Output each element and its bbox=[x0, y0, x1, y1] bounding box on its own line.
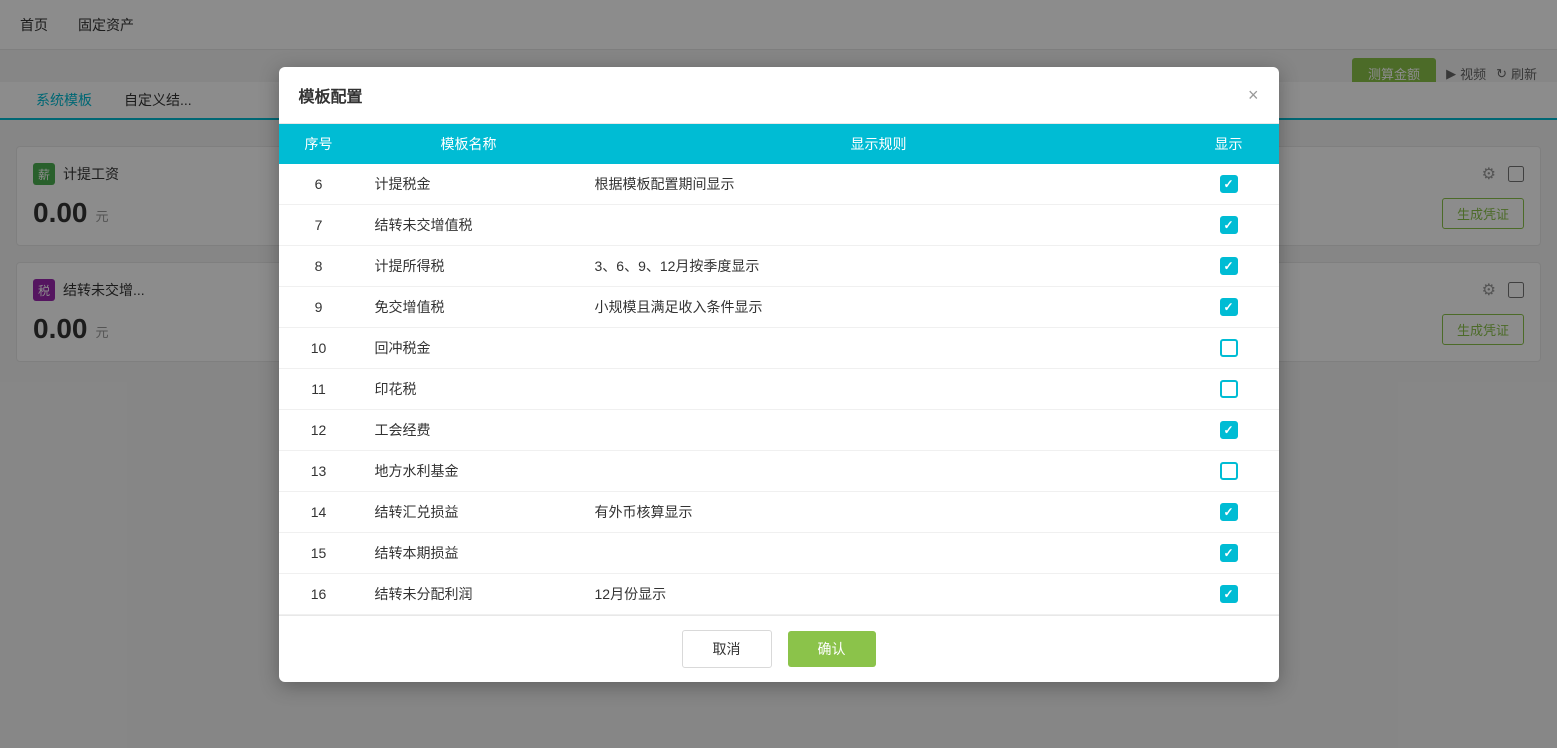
table-row: 9免交增值税小规模且满足收入条件显示 bbox=[279, 286, 1279, 327]
cell-name-2: 计提所得税 bbox=[359, 245, 579, 286]
checkbox-row-7[interactable] bbox=[1220, 462, 1238, 480]
modal-close-button[interactable]: × bbox=[1248, 86, 1259, 104]
checkbox-row-4[interactable] bbox=[1220, 339, 1238, 357]
cell-check-6[interactable] bbox=[1179, 409, 1279, 450]
cell-no-9: 15 bbox=[279, 532, 359, 573]
cell-name-10: 结转未分配利润 bbox=[359, 573, 579, 614]
cell-check-2[interactable] bbox=[1179, 245, 1279, 286]
cell-name-9: 结转本期损益 bbox=[359, 532, 579, 573]
cell-name-1: 结转未交增值税 bbox=[359, 204, 579, 245]
confirm-button[interactable]: 确认 bbox=[788, 631, 876, 667]
cell-no-0: 6 bbox=[279, 164, 359, 205]
cell-no-2: 8 bbox=[279, 245, 359, 286]
checkbox-row-2[interactable] bbox=[1220, 257, 1238, 275]
cancel-button[interactable]: 取消 bbox=[682, 630, 772, 668]
cell-check-10[interactable] bbox=[1179, 573, 1279, 614]
cell-check-8[interactable] bbox=[1179, 491, 1279, 532]
modal-footer: 取消 确认 bbox=[279, 615, 1279, 682]
checkbox-row-9[interactable] bbox=[1220, 544, 1238, 562]
modal-header: 模板配置 × bbox=[279, 67, 1279, 124]
cell-no-10: 16 bbox=[279, 573, 359, 614]
cell-name-4: 回冲税金 bbox=[359, 327, 579, 368]
cell-no-3: 9 bbox=[279, 286, 359, 327]
cell-rule-9 bbox=[579, 532, 1179, 573]
cell-rule-10: 12月份显示 bbox=[579, 573, 1179, 614]
cell-rule-5 bbox=[579, 368, 1179, 409]
checkbox-row-10[interactable] bbox=[1220, 585, 1238, 603]
table-row: 8计提所得税3、6、9、12月按季度显示 bbox=[279, 245, 1279, 286]
table-row: 14结转汇兑损益有外币核算显示 bbox=[279, 491, 1279, 532]
table-row: 16结转未分配利润12月份显示 bbox=[279, 573, 1279, 614]
modal-title: 模板配置 bbox=[299, 83, 363, 107]
checkbox-row-3[interactable] bbox=[1220, 298, 1238, 316]
cell-no-7: 13 bbox=[279, 450, 359, 491]
cell-rule-8: 有外币核算显示 bbox=[579, 491, 1179, 532]
cell-rule-1 bbox=[579, 204, 1179, 245]
table-header: 序号 模板名称 显示规则 显示 bbox=[279, 124, 1279, 164]
cell-check-9[interactable] bbox=[1179, 532, 1279, 573]
cell-rule-2: 3、6、9、12月按季度显示 bbox=[579, 245, 1179, 286]
table-row: 12工会经费 bbox=[279, 409, 1279, 450]
table-row: 7结转未交增值税 bbox=[279, 204, 1279, 245]
cell-rule-4 bbox=[579, 327, 1179, 368]
cell-no-4: 10 bbox=[279, 327, 359, 368]
table-row: 15结转本期损益 bbox=[279, 532, 1279, 573]
cell-check-1[interactable] bbox=[1179, 204, 1279, 245]
cell-name-7: 地方水利基金 bbox=[359, 450, 579, 491]
table-row: 13地方水利基金 bbox=[279, 450, 1279, 491]
cell-check-4[interactable] bbox=[1179, 327, 1279, 368]
cell-check-3[interactable] bbox=[1179, 286, 1279, 327]
config-table: 序号 模板名称 显示规则 显示 6计提税金根据模板配置期间显示7结转未交增值税8… bbox=[279, 124, 1279, 615]
checkbox-row-0[interactable] bbox=[1220, 175, 1238, 193]
cell-rule-3: 小规模且满足收入条件显示 bbox=[579, 286, 1179, 327]
cell-rule-0: 根据模板配置期间显示 bbox=[579, 164, 1179, 205]
cell-name-8: 结转汇兑损益 bbox=[359, 491, 579, 532]
checkbox-row-8[interactable] bbox=[1220, 503, 1238, 521]
cell-name-3: 免交增值税 bbox=[359, 286, 579, 327]
col-header-rule: 显示规则 bbox=[579, 124, 1179, 164]
cell-no-6: 12 bbox=[279, 409, 359, 450]
table-row: 11印花税 bbox=[279, 368, 1279, 409]
cell-check-7[interactable] bbox=[1179, 450, 1279, 491]
cell-no-5: 11 bbox=[279, 368, 359, 409]
modal-overlay: 模板配置 × 序号 模板名称 显示规则 显示 6计提税金根据模板配置期间显示7结… bbox=[0, 0, 1557, 748]
cell-rule-6 bbox=[579, 409, 1179, 450]
cell-rule-7 bbox=[579, 450, 1179, 491]
cell-name-5: 印花税 bbox=[359, 368, 579, 409]
col-header-no: 序号 bbox=[279, 124, 359, 164]
modal-template-config: 模板配置 × 序号 模板名称 显示规则 显示 6计提税金根据模板配置期间显示7结… bbox=[279, 67, 1279, 682]
table-body: 6计提税金根据模板配置期间显示7结转未交增值税8计提所得税3、6、9、12月按季… bbox=[279, 164, 1279, 615]
cell-check-5[interactable] bbox=[1179, 368, 1279, 409]
checkbox-row-6[interactable] bbox=[1220, 421, 1238, 439]
modal-body: 序号 模板名称 显示规则 显示 6计提税金根据模板配置期间显示7结转未交增值税8… bbox=[279, 124, 1279, 615]
cell-no-1: 7 bbox=[279, 204, 359, 245]
table-row: 6计提税金根据模板配置期间显示 bbox=[279, 164, 1279, 205]
cell-no-8: 14 bbox=[279, 491, 359, 532]
col-header-name: 模板名称 bbox=[359, 124, 579, 164]
checkbox-row-5[interactable] bbox=[1220, 380, 1238, 398]
cell-name-6: 工会经费 bbox=[359, 409, 579, 450]
cell-name-0: 计提税金 bbox=[359, 164, 579, 205]
table-row: 10回冲税金 bbox=[279, 327, 1279, 368]
col-header-display: 显示 bbox=[1179, 124, 1279, 164]
checkbox-row-1[interactable] bbox=[1220, 216, 1238, 234]
cell-check-0[interactable] bbox=[1179, 164, 1279, 205]
